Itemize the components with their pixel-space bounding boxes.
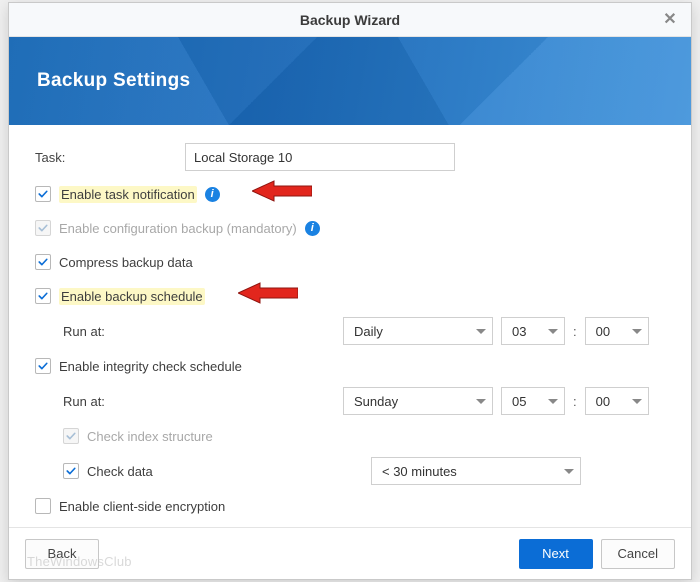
chevron-down-icon	[548, 399, 558, 404]
integrity-hour-select[interactable]: 05	[501, 387, 565, 415]
window-title: Backup Wizard	[300, 12, 400, 28]
backup-hour-select[interactable]: 03	[501, 317, 565, 345]
backup-runat-label: Run at:	[63, 324, 335, 339]
integrity-day-select[interactable]: Sunday	[343, 387, 493, 415]
task-input[interactable]	[185, 143, 455, 171]
check-index-label: Check index structure	[87, 429, 213, 444]
integrity-minute-select[interactable]: 00	[585, 387, 649, 415]
enable-integrity-checkbox[interactable]	[35, 358, 51, 374]
backup-wizard-window: Backup Wizard ✕ Backup Settings Task: En…	[8, 2, 692, 580]
integrity-runat-label: Run at:	[63, 394, 335, 409]
content-area: Task: Enable task notification i Enable …	[9, 125, 691, 527]
backup-day-select[interactable]: Daily	[343, 317, 493, 345]
chevron-down-icon	[476, 329, 486, 334]
check-index-checkbox	[63, 428, 79, 444]
watermark: TheWindowsClub	[27, 554, 132, 569]
client-encryption-label: Enable client-side encryption	[59, 499, 225, 514]
compress-label: Compress backup data	[59, 255, 193, 270]
cancel-button[interactable]: Cancel	[601, 539, 675, 569]
backup-minute-value: 00	[596, 324, 610, 339]
chevron-down-icon	[632, 329, 642, 334]
chevron-down-icon	[476, 399, 486, 404]
enable-config-backup-checkbox	[35, 220, 51, 236]
time-colon: :	[573, 324, 577, 339]
chevron-down-icon	[548, 329, 558, 334]
chevron-down-icon	[632, 399, 642, 404]
backup-hour-value: 03	[512, 324, 526, 339]
check-data-duration-value: < 30 minutes	[382, 464, 457, 479]
integrity-day-value: Sunday	[354, 394, 398, 409]
footer: Back Next Cancel	[9, 527, 691, 579]
client-encryption-checkbox[interactable]	[35, 498, 51, 514]
backup-day-value: Daily	[354, 324, 383, 339]
banner: Backup Settings	[9, 37, 691, 125]
task-label: Task:	[35, 150, 185, 165]
enable-notification-checkbox[interactable]	[35, 186, 51, 202]
next-button[interactable]: Next	[519, 539, 593, 569]
info-icon[interactable]: i	[305, 221, 320, 236]
annotation-arrow-icon	[238, 281, 298, 305]
close-icon[interactable]: ✕	[659, 9, 681, 31]
compress-checkbox[interactable]	[35, 254, 51, 270]
check-data-label: Check data	[87, 464, 153, 479]
integrity-minute-value: 00	[596, 394, 610, 409]
page-title: Backup Settings	[37, 70, 190, 92]
info-icon[interactable]: i	[205, 187, 220, 202]
annotation-arrow-icon	[252, 179, 312, 203]
chevron-down-icon	[564, 469, 574, 474]
backup-minute-select[interactable]: 00	[585, 317, 649, 345]
titlebar: Backup Wizard ✕	[9, 3, 691, 37]
check-data-duration-select[interactable]: < 30 minutes	[371, 457, 581, 485]
time-colon: :	[573, 394, 577, 409]
enable-integrity-label: Enable integrity check schedule	[59, 359, 242, 374]
integrity-hour-value: 05	[512, 394, 526, 409]
check-data-checkbox[interactable]	[63, 463, 79, 479]
enable-schedule-label: Enable backup schedule	[59, 288, 205, 305]
enable-notification-label: Enable task notification	[59, 186, 197, 203]
enable-config-backup-label: Enable configuration backup (mandatory)	[59, 221, 297, 236]
enable-schedule-checkbox[interactable]	[35, 288, 51, 304]
